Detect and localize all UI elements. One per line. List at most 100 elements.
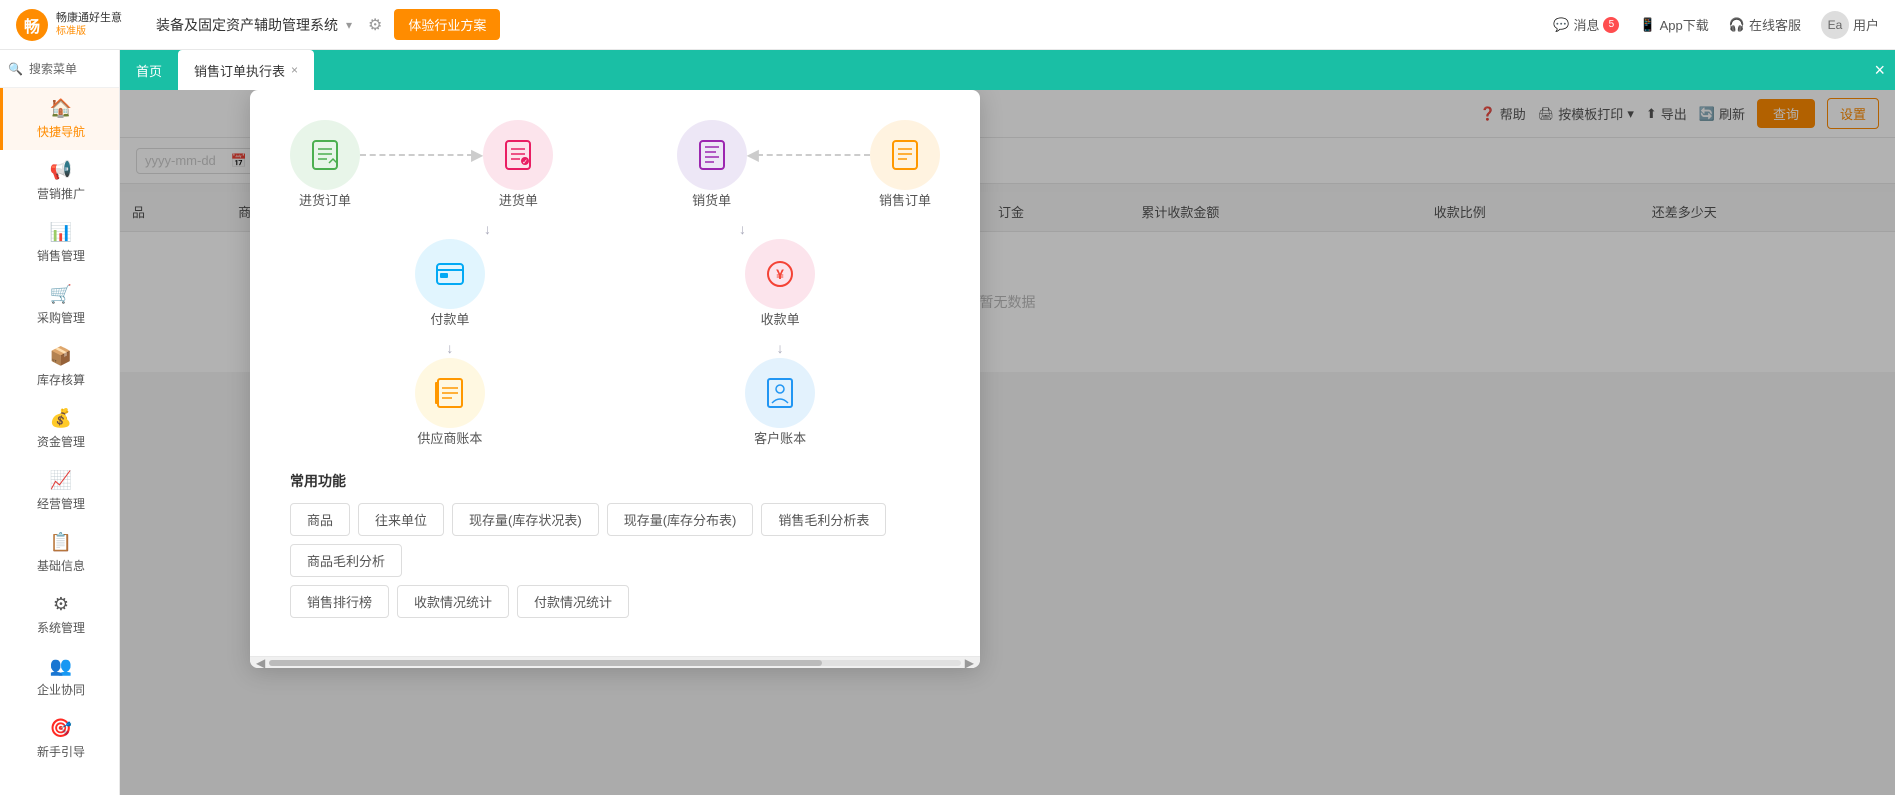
tab-close-icon[interactable]: × — [291, 63, 298, 77]
flow-node-payment-out[interactable]: 付款单 — [415, 239, 485, 328]
scrollbar-thumb — [269, 660, 822, 666]
fn-btn-stock-status[interactable]: 现存量(库存状况表) — [452, 503, 599, 536]
top-header: 畅 畅康通好生意 标准版 装备及固定资产辅助管理系统 ▾ ⚙ 体验行业方案 💬 … — [0, 0, 1895, 50]
customer-ledger-circle — [745, 358, 815, 428]
flow-node-sale-order[interactable]: 销售订单 — [870, 120, 940, 209]
page-content: ❓ 帮助 🖨 按模板打印 ▾ ⬆ 导出 🔄 刷新 查询 设置 — [120, 90, 1895, 795]
message-badge: 5 — [1603, 17, 1619, 33]
down-arrow-payment-out: ↓ — [446, 340, 453, 356]
tab-bar-right: × — [1874, 60, 1895, 81]
sidebar-item-system[interactable]: ⚙ 系统管理 — [0, 584, 119, 646]
flow-node-payment-in[interactable]: ¥ 收款单 — [745, 239, 815, 328]
supplier-ledger-circle — [415, 358, 485, 428]
scrollbar-track[interactable] — [269, 660, 961, 666]
fn-btn-contacts[interactable]: 往来单位 — [358, 503, 444, 536]
logo-icon: 畅 — [16, 9, 48, 41]
tab-home[interactable]: 首页 — [120, 50, 178, 90]
down-arrow-purchase: ↓ — [484, 221, 491, 237]
sidebar-item-operations[interactable]: 📈 经营管理 — [0, 460, 119, 522]
common-functions: 常用功能 商品 往来单位 现存量(库存状况表) 现存量(库存分布表) 销售毛利分… — [290, 471, 940, 636]
inventory-icon: 📦 — [50, 346, 72, 367]
payment-in-circle: ¥ — [745, 239, 815, 309]
flow-node-supplier-ledger[interactable]: 供应商账本 — [415, 358, 485, 447]
sidebar-item-newbie[interactable]: 🎯 新手引导 — [0, 708, 119, 770]
purchase-order-circle — [290, 120, 360, 190]
guide-icon: 🎯 — [50, 718, 72, 739]
purchase-icon: 🛒 — [50, 284, 72, 305]
headset-icon: 🎧 — [1729, 17, 1745, 33]
flow-node-purchase[interactable]: ✓ 进货单 — [483, 120, 553, 209]
down-arrow-payment-in: ↓ — [777, 340, 784, 356]
system-icon: ⚙ — [53, 594, 69, 615]
modal-scrollbar[interactable]: ◀ ▶ — [250, 656, 980, 668]
info-icon: 📋 — [50, 532, 72, 553]
system-title-area: 装备及固定资产辅助管理系统 ▾ ⚙ — [156, 15, 382, 35]
logo-text: 畅康通好生意 标准版 — [56, 11, 122, 38]
arrow-sale-order-to-sale: ◀ — [747, 145, 870, 165]
message-btn[interactable]: 💬 消息 5 — [1553, 15, 1619, 34]
user-menu[interactable]: Ea 用户 — [1821, 11, 1879, 39]
logo-area: 畅 畅康通好生意 标准版 — [16, 9, 136, 41]
sale-order-circle — [870, 120, 940, 190]
phone-icon: 📱 — [1639, 17, 1655, 33]
header-right: 💬 消息 5 📱 App下载 🎧 在线客服 Ea 用户 — [1553, 11, 1879, 39]
message-icon: 💬 — [1553, 17, 1569, 33]
avatar: Ea — [1821, 11, 1849, 39]
marketing-icon: 📢 — [50, 160, 72, 181]
tab-sales-order[interactable]: 销售订单执行表 × — [178, 50, 314, 90]
sales-icon: 📊 — [50, 222, 72, 243]
arrows-row: ↓ ↓ — [290, 217, 940, 239]
finance-icon: 💰 — [50, 408, 72, 429]
sidebar-item-collab[interactable]: 👥 企业协同 — [0, 646, 119, 708]
scroll-right-icon[interactable]: ▶ — [965, 656, 974, 669]
dropdown-arrow-icon[interactable]: ▾ — [346, 18, 352, 32]
function-btns-row1: 商品 往来单位 现存量(库存状况表) 现存量(库存分布表) 销售毛利分析表 商品… — [290, 503, 940, 577]
app-download-btn[interactable]: 📱 App下载 — [1639, 15, 1708, 34]
tab-bar: 首页 销售订单执行表 × × — [120, 50, 1895, 90]
fn-btn-sales-profit[interactable]: 销售毛利分析表 — [761, 503, 886, 536]
settings-icon[interactable]: ⚙ — [368, 15, 382, 35]
sidebar-search[interactable]: 🔍 搜索菜单 — [0, 50, 119, 88]
arrows-row2: ↓ ↓ — [290, 336, 940, 358]
sidebar-item-quick-nav[interactable]: 🏠 快捷导航 — [0, 88, 119, 150]
purchase-circle: ✓ — [483, 120, 553, 190]
fn-btn-product[interactable]: 商品 — [290, 503, 350, 536]
fn-btn-receipt-stats[interactable]: 收款情况统计 — [397, 585, 509, 618]
sidebar-item-inventory[interactable]: 📦 库存核算 — [0, 336, 119, 398]
operations-icon: 📈 — [50, 470, 72, 491]
home-icon: 🏠 — [50, 98, 72, 119]
flow-node-purchase-order[interactable]: 进货订单 — [290, 120, 360, 209]
flow-node-customer-ledger[interactable]: 客户账本 — [745, 358, 815, 447]
main-layout: 🔍 搜索菜单 🏠 快捷导航 📢 营销推广 📊 销售管理 🛒 采购管理 📦 库存核… — [0, 50, 1895, 795]
sidebar-item-finance[interactable]: 💰 资金管理 — [0, 398, 119, 460]
modal-box: 进货订单 ▶ ✓ — [250, 90, 980, 668]
online-service-btn[interactable]: 🎧 在线客服 — [1729, 15, 1801, 34]
modal-body: 进货订单 ▶ ✓ — [250, 90, 980, 656]
svg-text:¥: ¥ — [776, 266, 784, 282]
arrow-purchase-order-to-purchase: ▶ — [360, 145, 483, 165]
function-btns-row2: 销售排行榜 收款情况统计 付款情况统计 — [290, 585, 940, 618]
sidebar-item-marketing[interactable]: 📢 营销推广 — [0, 150, 119, 212]
system-title: 装备及固定资产辅助管理系统 — [156, 15, 338, 35]
experience-btn[interactable]: 体验行业方案 — [394, 9, 500, 40]
payment-out-circle — [415, 239, 485, 309]
sidebar: 🔍 搜索菜单 🏠 快捷导航 📢 营销推广 📊 销售管理 🛒 采购管理 📦 库存核… — [0, 50, 120, 795]
content-area: 首页 销售订单执行表 × × ❓ 帮助 🖨 按模板打印 ▾ — [120, 50, 1895, 795]
scroll-left-icon[interactable]: ◀ — [256, 656, 265, 669]
sidebar-item-purchase[interactable]: 🛒 采购管理 — [0, 274, 119, 336]
fn-btn-payment-stats[interactable]: 付款情况统计 — [517, 585, 629, 618]
close-all-tabs-icon[interactable]: × — [1874, 60, 1885, 81]
flow-node-sale[interactable]: 销货单 — [677, 120, 747, 209]
sale-circle — [677, 120, 747, 190]
flow-diagram: 进货订单 ▶ ✓ — [290, 120, 940, 447]
fn-btn-stock-dist[interactable]: 现存量(库存分布表) — [607, 503, 754, 536]
svg-text:✓: ✓ — [522, 159, 528, 166]
sidebar-item-basic-info[interactable]: 📋 基础信息 — [0, 522, 119, 584]
common-functions-title: 常用功能 — [290, 471, 940, 491]
modal-overlay: 进货订单 ▶ ✓ — [120, 90, 1895, 795]
fn-btn-sales-ranking[interactable]: 销售排行榜 — [290, 585, 389, 618]
down-arrow-sale: ↓ — [739, 221, 746, 237]
mid-flow-row: 付款单 ¥ 收款单 — [290, 239, 940, 328]
sidebar-item-sales[interactable]: 📊 销售管理 — [0, 212, 119, 274]
fn-btn-product-profit[interactable]: 商品毛利分析 — [290, 544, 402, 577]
